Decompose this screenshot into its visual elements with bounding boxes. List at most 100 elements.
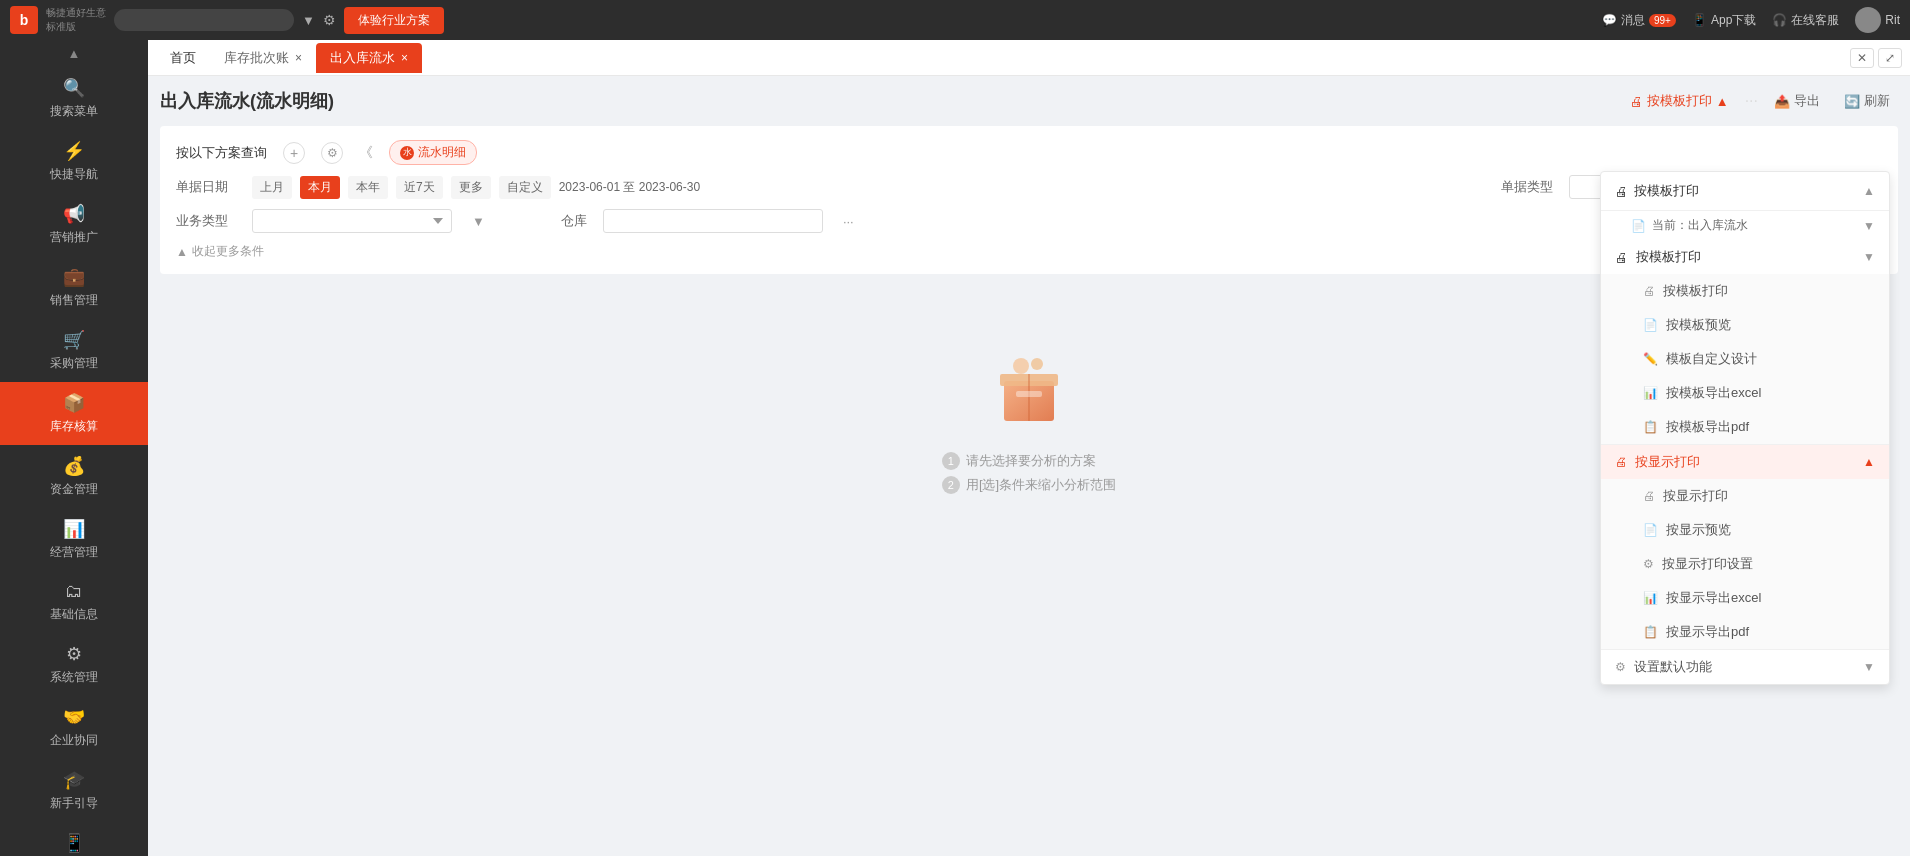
trial-button[interactable]: 体验行业方案 (344, 7, 444, 34)
dropdown-item-template-preview[interactable]: 📄 按模板预览 (1601, 308, 1889, 342)
dropdown-item-display-pdf[interactable]: 📋 按显示导出pdf (1601, 615, 1889, 649)
collapse-up-icon: ▲ (176, 245, 188, 259)
sidebar-item-app[interactable]: 📱 应用中心 (0, 822, 148, 856)
sidebar-item-sales[interactable]: 💼 销售管理 (0, 256, 148, 319)
sidebar-item-guide[interactable]: 🎓 新手引导 (0, 759, 148, 822)
close-all-button[interactable]: ✕ (1850, 48, 1874, 68)
filter-label: 按以下方案查询 (176, 144, 267, 162)
dropdown-item-display-print[interactable]: 🖨 按显示打印 (1601, 479, 1889, 513)
user-avatar-button[interactable]: Rit (1855, 7, 1900, 33)
dropdown-item-template-customize[interactable]: ✏️ 模板自定义设计 (1601, 342, 1889, 376)
filter-tag-icon-text: 水 (403, 146, 412, 159)
dropdown-current-content: 📄 当前：出入库流水 (1631, 217, 1748, 234)
search-input[interactable] (114, 9, 294, 31)
filter-settings-icon-button[interactable]: ⚙ (321, 142, 343, 164)
filter-active-tag[interactable]: 水 流水明细 (389, 140, 477, 165)
sidebar-item-operation[interactable]: 📊 经营管理 (0, 508, 148, 571)
app-download-button[interactable]: 📱 App下载 (1692, 12, 1756, 29)
page-content: 出入库流水(流水明细) 🖨 按模板打印 ▲ ··· 📤 导出 🔄 刷新 (148, 76, 1910, 856)
date-range-display: 2023-06-01 至 2023-06-30 (559, 179, 700, 196)
template-print-label: 按模板打印 (1663, 282, 1728, 300)
app-icon: 📱 (1692, 13, 1707, 27)
shortcut-icon: ⚡ (63, 140, 85, 162)
message-button[interactable]: 💬 消息 99+ (1602, 12, 1676, 29)
sidebar-label-enterprise: 企业协同 (50, 732, 98, 749)
warehouse-more-icon[interactable]: ··· (843, 214, 854, 229)
enterprise-icon: 🤝 (63, 706, 85, 728)
dropdown-header-arrow[interactable]: ▲ (1863, 184, 1875, 198)
main-layout: ▲ 🔍 搜索菜单 ⚡ 快捷导航 📢 营销推广 💼 销售管理 🛒 采购管理 📦 库… (0, 40, 1910, 856)
display-excel-icon: 📊 (1643, 591, 1658, 605)
date-7days[interactable]: 近7天 (396, 176, 443, 199)
filter-biz-select[interactable] (252, 209, 452, 233)
sidebar-item-system[interactable]: ⚙ 系统管理 (0, 633, 148, 696)
separator1: ··· (1745, 92, 1758, 110)
tab-flow-close[interactable]: × (401, 51, 408, 65)
dropdown-item-template-pdf[interactable]: 📋 按模板导出pdf (1601, 410, 1889, 444)
tab-flow[interactable]: 出入库流水 × (316, 43, 422, 73)
sidebar-scroll-up[interactable]: ▲ (0, 40, 148, 67)
service-label: 在线客服 (1791, 12, 1839, 29)
dropdown-footer[interactable]: ⚙ 设置默认功能 ▼ (1601, 650, 1889, 684)
sidebar-item-inventory[interactable]: 📦 库存核算 (0, 382, 148, 445)
filter-add-button[interactable]: + (283, 142, 305, 164)
display-excel-label: 按显示导出excel (1666, 589, 1761, 607)
date-custom[interactable]: 自定义 (499, 176, 551, 199)
sidebar-label-shortcut: 快捷导航 (50, 166, 98, 183)
dropdown-display-section: 🖨 按显示打印 ▲ 🖨 按显示打印 📄 按显示预览 (1601, 445, 1889, 650)
filter-collapse-button[interactable]: 《 (359, 144, 373, 162)
tab-home[interactable]: 首页 (156, 43, 210, 73)
refresh-button[interactable]: 🔄 刷新 (1836, 88, 1898, 114)
tab-batch[interactable]: 库存批次账 × (210, 43, 316, 73)
operation-icon: 📊 (63, 518, 85, 540)
export-label: 导出 (1794, 92, 1820, 110)
settings-icon[interactable]: ⚙ (323, 12, 336, 28)
print-template-button[interactable]: 🖨 按模板打印 ▲ (1622, 88, 1737, 114)
filter-warehouse-label: 仓库 (561, 212, 587, 230)
filter-biz-arrow-icon: ▼ (472, 214, 485, 229)
template-preview-icon: 📄 (1643, 318, 1658, 332)
date-more[interactable]: 更多 (451, 176, 491, 199)
filter-warehouse-input[interactable] (603, 209, 823, 233)
date-this-month[interactable]: 本月 (300, 176, 340, 199)
dropdown-item-template-print[interactable]: 🖨 按模板打印 (1601, 274, 1889, 308)
sidebar-item-purchase[interactable]: 🛒 采购管理 (0, 319, 148, 382)
dropdown-item-display-excel[interactable]: 📊 按显示导出excel (1601, 581, 1889, 615)
user-name: Rit (1885, 13, 1900, 27)
sidebar-item-finance[interactable]: 💰 资金管理 (0, 445, 148, 508)
dropdown-item-template-excel[interactable]: 📊 按模板导出excel (1601, 376, 1889, 410)
maximize-button[interactable]: ⤢ (1878, 48, 1902, 68)
dropdown-item-display-preview[interactable]: 📄 按显示预览 (1601, 513, 1889, 547)
dropdown-template-header[interactable]: 🖨 按模板打印 ▼ (1601, 240, 1889, 274)
system-icon: ⚙ (66, 643, 82, 665)
date-last-month[interactable]: 上月 (252, 176, 292, 199)
dropdown-template-label: 按模板打印 (1636, 248, 1701, 266)
sidebar-item-base[interactable]: 🗂 基础信息 (0, 571, 148, 633)
dropdown-item-display-settings[interactable]: ⚙ 按显示打印设置 (1601, 547, 1889, 581)
dropdown-footer-title-area: ⚙ 设置默认功能 (1615, 658, 1712, 676)
date-this-year[interactable]: 本年 (348, 176, 388, 199)
service-button[interactable]: 🎧 在线客服 (1772, 12, 1839, 29)
filter-tag-label: 流水明细 (418, 144, 466, 161)
finance-icon: 💰 (63, 455, 85, 477)
top-bar-right: 💬 消息 99+ 📱 App下载 🎧 在线客服 Rit (1602, 7, 1900, 33)
message-badge: 99+ (1649, 14, 1676, 27)
inventory-icon: 📦 (63, 392, 85, 414)
sidebar-item-enterprise[interactable]: 🤝 企业协同 (0, 696, 148, 759)
export-button[interactable]: 📤 导出 (1766, 88, 1828, 114)
search-arrow-icon[interactable]: ▼ (302, 13, 315, 28)
sidebar-item-marketing[interactable]: 📢 营销推广 (0, 193, 148, 256)
sidebar-item-shortcut[interactable]: ⚡ 快捷导航 (0, 130, 148, 193)
dropdown-display-header[interactable]: 🖨 按显示打印 ▲ (1601, 445, 1889, 479)
tab-batch-close[interactable]: × (295, 51, 302, 65)
base-icon: 🗂 (65, 581, 83, 602)
sidebar-label-base: 基础信息 (50, 606, 98, 623)
empty-tip-2: 2 用[选]条件来缩小分析范围 (942, 476, 1116, 494)
sidebar-label-inventory: 库存核算 (50, 418, 98, 435)
guide-icon: 🎓 (63, 769, 85, 791)
dropdown-title-area: 🖨 按模板打印 (1615, 182, 1699, 200)
print-icon: 🖨 (1630, 94, 1643, 109)
sidebar-label-purchase: 采购管理 (50, 355, 98, 372)
template-preview-label: 按模板预览 (1666, 316, 1731, 334)
sidebar-item-search[interactable]: 🔍 搜索菜单 (0, 67, 148, 130)
